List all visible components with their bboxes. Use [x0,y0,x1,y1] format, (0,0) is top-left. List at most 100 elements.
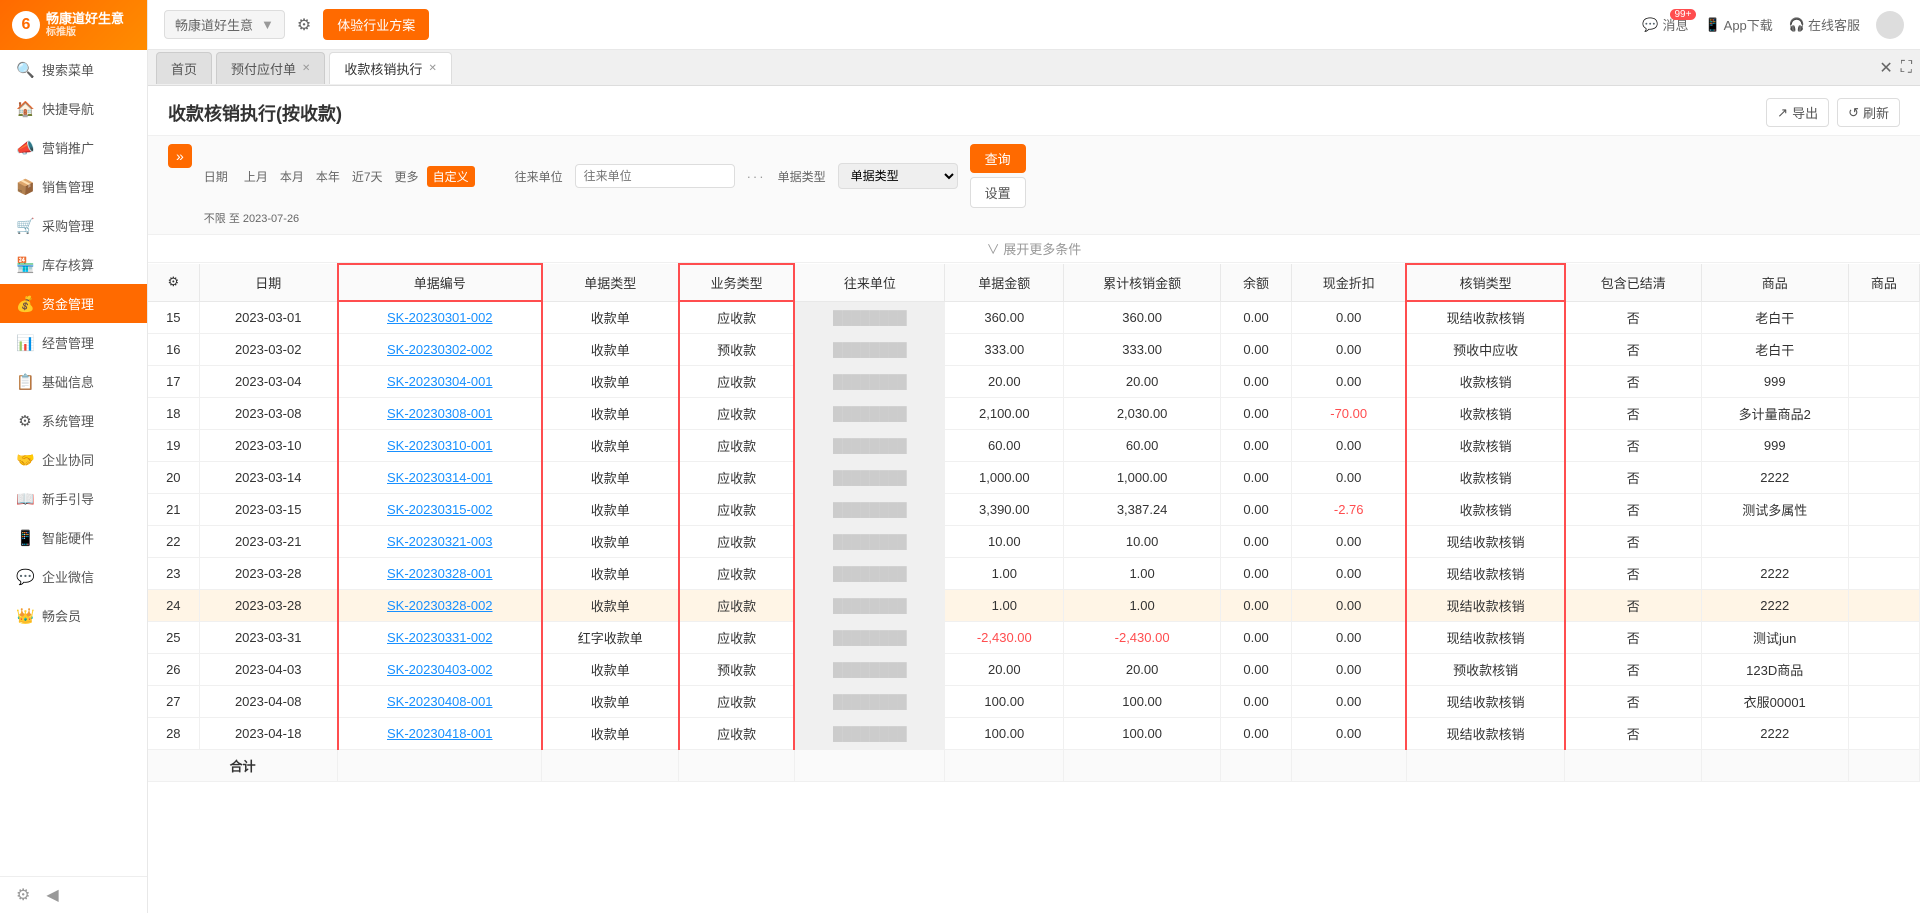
sidebar-item-库存核算[interactable]: 🏪库存核算 [0,245,147,284]
table-row[interactable]: 19 2023-03-10 SK-20230310-001 收款单 应收款 ██… [148,430,1920,462]
cell-partner: ████████ [794,462,945,494]
tab-1[interactable]: 预付应付单✕ [216,52,325,84]
cell-goods2 [1848,494,1919,526]
table-row[interactable]: 28 2023-04-18 SK-20230418-001 收款单 应收款 ██… [148,718,1920,750]
sidebar-item-销售管理[interactable]: 📦销售管理 [0,167,147,206]
app-download-link[interactable]: 📱 App下载 [1704,15,1772,34]
cell-write-off-type: 现结收款核销 [1406,718,1565,750]
table-row[interactable]: 18 2023-03-08 SK-20230308-001 收款单 应收款 ██… [148,398,1920,430]
cell-bill-no: SK-20230321-003 [338,526,542,558]
table-row[interactable]: 20 2023-03-14 SK-20230314-001 收款单 应收款 ██… [148,462,1920,494]
last-month-btn[interactable]: 上月 [240,166,272,187]
cell-biz-type: 应收款 [679,622,795,654]
tab-2[interactable]: 收款核销执行✕ [329,52,451,84]
cell-no: 28 [148,718,199,750]
cell-amount: 20.00 [945,366,1064,398]
more-date-btn[interactable]: 更多 [391,166,423,187]
maximize-btn[interactable]: ⛶ [1901,59,1912,77]
cell-goods1: 老白干 [1701,334,1848,366]
cell-partner: ████████ [794,622,945,654]
bill-no-link[interactable]: SK-20230321-003 [387,534,493,549]
bill-no-link[interactable]: SK-20230301-002 [387,310,493,325]
table-row[interactable]: 15 2023-03-01 SK-20230301-002 收款单 应收款 ██… [148,301,1920,334]
sidebar-item-智能硬件[interactable]: 📱智能硬件 [0,518,147,557]
bill-no-link[interactable]: SK-20230328-001 [387,566,493,581]
cell-write-off-type: 预收中应收 [1406,334,1565,366]
sidebar-item-资金管理[interactable]: 💰资金管理 [0,284,147,323]
bill-no-link[interactable]: SK-20230302-002 [387,342,493,357]
export-button[interactable]: ↗ 导出 [1766,98,1829,127]
query-button[interactable]: 查询 [970,144,1026,173]
filter-toggle-btn[interactable]: » [168,144,192,168]
bill-no-link[interactable]: SK-20230308-001 [387,406,493,421]
setting-button[interactable]: 设置 [970,177,1026,208]
table-container[interactable]: ⚙ 日期 单据编号 单据类型 业务类型 往来单位 单据金额 累计核销金额 余额 … [148,263,1920,913]
last7-btn[interactable]: 近7天 [348,166,387,187]
sidebar-item-快捷导航[interactable]: 🏠快捷导航 [0,89,147,128]
bill-no-link[interactable]: SK-20230403-002 [387,662,493,677]
cell-verified: 10.00 [1064,526,1221,558]
bill-no-link[interactable]: SK-20230331-002 [387,630,493,645]
cell-balance: 0.00 [1221,686,1292,718]
expand-more-btn[interactable]: ∨ 展开更多条件 [987,239,1082,258]
cell-goods2 [1848,718,1919,750]
tab-right-actions: ✕ ⛶ [1879,58,1912,78]
bill-no-link[interactable]: SK-20230418-001 [387,726,493,741]
bill-no-link[interactable]: SK-20230304-001 [387,374,493,389]
cell-cash-discount: -2.76 [1292,494,1407,526]
this-year-btn[interactable]: 本年 [312,166,344,187]
col-settings[interactable]: ⚙ [148,264,199,301]
table-row[interactable]: 24 2023-03-28 SK-20230328-002 收款单 应收款 ██… [148,590,1920,622]
collapse-icon[interactable]: ◀ [46,885,58,905]
sidebar-item-畅会员[interactable]: 👑畅会员 [0,596,147,635]
custom-date-btn[interactable]: 自定义 [427,166,475,187]
sidebar-item-企业微信[interactable]: 💬企业微信 [0,557,147,596]
cell-bill-type: 收款单 [542,301,679,334]
sidebar-item-基础信息[interactable]: 📋基础信息 [0,362,147,401]
bill-no-link[interactable]: SK-20230314-001 [387,470,493,485]
online-service-link[interactable]: 🎧 在线客服 [1789,15,1860,34]
table-row[interactable]: 21 2023-03-15 SK-20230315-002 收款单 应收款 ██… [148,494,1920,526]
user-avatar[interactable] [1876,11,1904,39]
cell-goods2 [1848,398,1919,430]
message-badge[interactable]: 💬 消息 99+ [1642,15,1688,34]
trial-button[interactable]: 体验行业方案 [323,9,429,40]
table-row[interactable]: 25 2023-03-31 SK-20230331-002 红字收款单 应收款 … [148,622,1920,654]
cell-goods1: 2222 [1701,718,1848,750]
bill-type-select[interactable]: 单据类型 [838,163,958,189]
table-row[interactable]: 16 2023-03-02 SK-20230302-002 收款单 预收款 ██… [148,334,1920,366]
bill-no-link[interactable]: SK-20230408-001 [387,694,493,709]
cell-amount: 1.00 [945,558,1064,590]
sidebar-item-新手引导[interactable]: 📖新手引导 [0,479,147,518]
tab-close-2[interactable]: ✕ [428,63,436,74]
table-row[interactable]: 22 2023-03-21 SK-20230321-003 收款单 应收款 ██… [148,526,1920,558]
refresh-button[interactable]: ↺ 刷新 [1837,98,1900,127]
tab-0[interactable]: 首页 [156,52,212,84]
sidebar-item-搜索菜单[interactable]: 🔍搜索菜单 [0,50,147,89]
topbar-gear-icon[interactable]: ⚙ [297,15,311,35]
table-row[interactable]: 23 2023-03-28 SK-20230328-001 收款单 应收款 ██… [148,558,1920,590]
sidebar-item-企业协同[interactable]: 🤝企业协同 [0,440,147,479]
sidebar-item-营销推广[interactable]: 📣营销推广 [0,128,147,167]
bill-no-link[interactable]: SK-20230315-002 [387,502,493,517]
sidebar-item-采购管理[interactable]: 🛒采购管理 [0,206,147,245]
cell-verified: 3,387.24 [1064,494,1221,526]
sidebar-item-系统管理[interactable]: ⚙系统管理 [0,401,147,440]
bill-no-link[interactable]: SK-20230310-001 [387,438,493,453]
table-row[interactable]: 17 2023-03-04 SK-20230304-001 收款单 应收款 ██… [148,366,1920,398]
this-month-btn[interactable]: 本月 [276,166,308,187]
cell-amount: -2,430.00 [945,622,1064,654]
date-range-display: 不限 至 2023-07-26 [204,210,1026,226]
tab-close-1[interactable]: ✕ [302,63,310,74]
table-row[interactable]: 26 2023-04-03 SK-20230403-002 收款单 预收款 ██… [148,654,1920,686]
settings-icon[interactable]: ⚙ [16,885,30,905]
sidebar-item-经营管理[interactable]: 📊经营管理 [0,323,147,362]
table-row[interactable]: 27 2023-04-08 SK-20230408-001 收款单 应收款 ██… [148,686,1920,718]
cell-include-settled: 否 [1565,430,1701,462]
close-tab-btn[interactable]: ✕ [1879,58,1892,78]
breadcrumb-dropdown-icon[interactable]: ▼ [261,17,274,32]
cell-cash-discount: 0.00 [1292,590,1407,622]
cell-bill-no: SK-20230328-001 [338,558,542,590]
partner-input[interactable] [575,164,735,188]
bill-no-link[interactable]: SK-20230328-002 [387,598,493,613]
